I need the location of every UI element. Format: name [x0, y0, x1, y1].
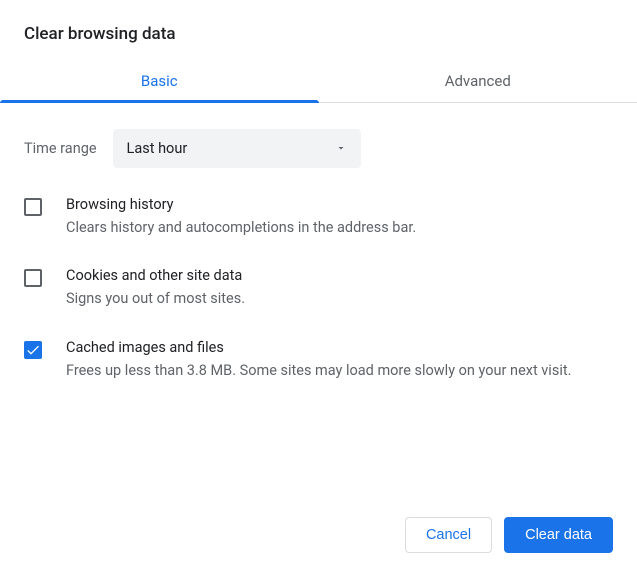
tab-bar: Basic Advanced	[0, 62, 637, 103]
option-title: Browsing history	[66, 196, 613, 213]
time-range-value: Last hour	[127, 140, 188, 157]
checkbox-cookies[interactable]	[24, 269, 42, 287]
option-cookies: Cookies and other site data Signs you ou…	[24, 267, 613, 310]
cancel-button[interactable]: Cancel	[405, 517, 492, 553]
option-title: Cookies and other site data	[66, 267, 613, 284]
dialog-footer: Cancel Clear data	[405, 517, 613, 553]
option-title: Cached images and files	[66, 339, 613, 356]
time-range-row: Time range Last hour	[24, 129, 613, 168]
clear-browsing-data-dialog: Clear browsing data Basic Advanced Time …	[0, 0, 637, 382]
checkbox-browsing-history[interactable]	[24, 198, 42, 216]
option-desc: Frees up less than 3.8 MB. Some sites ma…	[66, 360, 613, 382]
option-desc: Signs you out of most sites.	[66, 288, 613, 310]
dialog-title: Clear browsing data	[24, 24, 613, 44]
option-browsing-history: Browsing history Clears history and auto…	[24, 196, 613, 239]
clear-data-button[interactable]: Clear data	[504, 517, 613, 553]
tab-advanced[interactable]: Advanced	[319, 62, 637, 102]
option-desc: Clears history and autocompletions in th…	[66, 217, 613, 239]
chevron-down-icon	[335, 139, 347, 158]
option-cache: Cached images and files Frees up less th…	[24, 339, 613, 382]
checkbox-cache[interactable]	[24, 341, 42, 359]
options-list: Browsing history Clears history and auto…	[24, 196, 613, 382]
time-range-label: Time range	[24, 140, 97, 157]
tab-basic[interactable]: Basic	[0, 62, 319, 102]
time-range-select[interactable]: Last hour	[113, 129, 361, 168]
